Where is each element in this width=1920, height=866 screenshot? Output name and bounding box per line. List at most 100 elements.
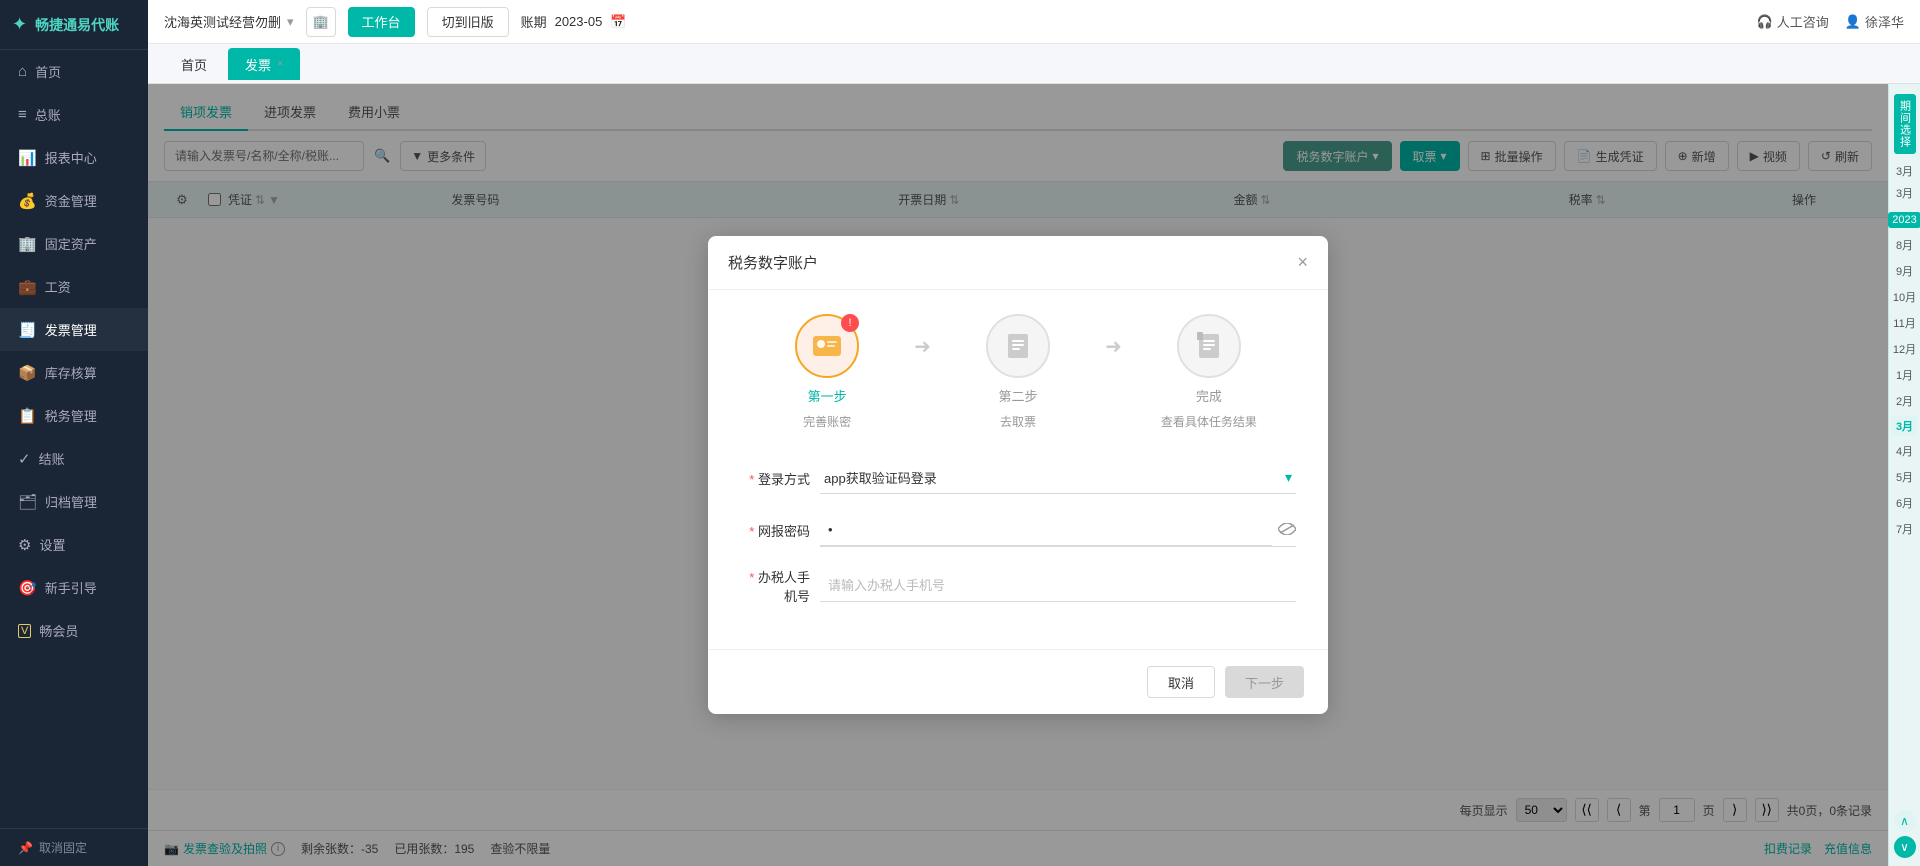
sidebar-item-label: 结账 [39,449,65,468]
sidebar-item-fund[interactable]: 💰 资金管理 [0,179,148,222]
rp-month-10[interactable]: 10月 [1893,286,1916,308]
sidebar-item-payroll[interactable]: 💼 工资 [0,265,148,308]
phone-input[interactable] [820,570,1296,602]
rp-month-3-active[interactable]: 3月 [1892,416,1917,436]
sidebar: ✦ 畅捷通易代账 ⌂ 首页 ≡ 总账 📊 报表中心 💰 资金管理 🏢 固定资产 … [0,0,148,866]
step-3-desc: 查看具体任务结果 [1161,413,1257,430]
cancel-button[interactable]: 取消 [1147,666,1215,698]
sidebar-item-inventory[interactable]: 📦 库存核算 [0,351,148,394]
tab-close-icon[interactable]: × [277,58,283,70]
dialog-overlay: 税务数字账户 × [148,84,1888,866]
rp-month-2[interactable]: 2月 [1896,390,1913,412]
step-3-label: 完成 [1196,386,1222,405]
tab-invoice-label: 发票 [245,55,271,74]
rp-year-label: 2023 [1888,212,1920,228]
sidebar-item-guide[interactable]: 🎯 新手引导 [0,566,148,609]
rp-month-4[interactable]: 4月 [1896,440,1913,462]
scroll-up-button[interactable]: ∧ [1894,810,1916,832]
rp-month-9[interactable]: 9月 [1896,260,1913,282]
sidebar-cancel-fixed[interactable]: 📌 取消固定 [0,828,148,866]
step-2-icon [986,314,1050,378]
fund-icon: 💰 [18,192,37,210]
eye-icon[interactable] [1278,522,1296,538]
rp-month-12[interactable]: 12月 [1893,338,1916,360]
asset-icon: 🏢 [18,235,37,253]
close-accounts-icon: ✓ [18,450,31,468]
step-2-label: 第二步 [998,386,1037,405]
sidebar-item-label: 首页 [35,62,61,81]
sidebar-item-invoice[interactable]: 🧾 发票管理 [0,308,148,351]
tax-digital-account-dialog: 税务数字账户 × [708,236,1328,714]
right-panel: 期间选择 3月 3月 2023 8月 9月 10月 11月 12月 1月 2月 … [1888,84,1920,866]
headset-icon: 🎧 [1757,14,1773,30]
sidebar-item-label: 归档管理 [45,492,97,511]
dialog-body: ! 第一步 完善账密 ➜ [708,290,1328,649]
login-method-select[interactable]: app获取验证码登录 ▾ [820,462,1296,494]
pin-icon: 📌 [18,841,33,855]
password-label: * 网报密码 [740,521,820,540]
sidebar-item-report[interactable]: 📊 报表中心 [0,136,148,179]
tax-icon: 📋 [18,407,37,425]
tab-invoice[interactable]: 发票 × [228,48,300,80]
topbar: 沈海英测试经营勿删 ▾ 🏢 工作台 切到旧版 账期 2023-05 📅 🎧 人工… [148,0,1920,44]
company-icon-btn[interactable]: 🏢 [306,7,336,37]
switch-version-button[interactable]: 切到旧版 [427,7,509,37]
member-icon: V [18,624,31,638]
content-area: 销项发票 进项发票 费用小票 🔍 ▼ [148,84,1888,866]
tab-home[interactable]: 首页 [164,48,224,80]
workspace-button[interactable]: 工作台 [348,7,415,37]
step-arrow-1: ➜ [914,314,931,359]
sidebar-item-label: 新手引导 [45,578,97,597]
phone-label: * 办税人手机号 [740,567,820,605]
sidebar-item-asset[interactable]: 🏢 固定资产 [0,222,148,265]
rp-month-11[interactable]: 11月 [1893,312,1915,334]
building-icon: 🏢 [312,14,328,30]
step-1-error-badge: ! [841,314,859,332]
select-arrow-icon: ▾ [1285,469,1292,486]
sidebar-item-archive[interactable]: 🗂 归档管理 [0,480,148,523]
step-2-desc: 去取票 [1000,413,1036,430]
dialog-footer: 取消 下一步 [708,649,1328,714]
report-icon: 📊 [18,149,37,167]
home-icon: ⌂ [18,63,27,80]
sidebar-item-label: 工资 [45,277,71,296]
rp-month-6[interactable]: 6月 [1896,492,1913,514]
support-button[interactable]: 🎧 人工咨询 [1757,12,1829,31]
sidebar-item-close[interactable]: ✓ 结账 [0,437,148,480]
step-3: 完成 查看具体任务结果 [1122,314,1296,430]
company-selector[interactable]: 沈海英测试经营勿删 ▾ [164,12,294,31]
tab-home-label: 首页 [181,55,207,74]
sidebar-item-label: 库存核算 [45,363,97,382]
login-method-label: * 登录方式 [740,469,820,488]
dialog-title: 税务数字账户 [728,252,818,273]
steps-indicator: ! 第一步 完善账密 ➜ [740,314,1296,430]
rp-month-prev-2[interactable]: 3月 [1896,182,1913,204]
rp-month-8[interactable]: 8月 [1896,234,1913,256]
sidebar-item-settings[interactable]: ⚙ 设置 [0,523,148,566]
step-2: 第二步 去取票 [931,314,1105,430]
sidebar-item-label: 固定资产 [45,234,97,253]
sidebar-item-member[interactable]: V 畅会员 [0,609,148,652]
rp-month-7[interactable]: 7月 [1896,518,1913,540]
period-select-label[interactable]: 期间选择 [1894,94,1916,154]
topbar-right-section: 🎧 人工咨询 👤 徐泽华 [1757,12,1904,31]
sidebar-item-tax[interactable]: 📋 税务管理 [0,394,148,437]
rp-month-1[interactable]: 1月 [1896,364,1913,386]
password-input[interactable] [820,514,1272,546]
main-body: 销项发票 进项发票 费用小票 🔍 ▼ [148,84,1920,866]
rp-month-5[interactable]: 5月 [1896,466,1913,488]
invoice-icon: 🧾 [18,321,37,339]
scroll-down-button[interactable]: ∨ [1894,836,1916,858]
sidebar-logo: ✦ 畅捷通易代账 [0,0,148,50]
company-name: 沈海英测试经营勿删 [164,12,281,31]
dialog-close-button[interactable]: × [1297,252,1308,273]
main-content: 沈海英测试经营勿删 ▾ 🏢 工作台 切到旧版 账期 2023-05 📅 🎧 人工… [148,0,1920,866]
dialog-header: 税务数字账户 × [708,236,1328,290]
sidebar-item-home[interactable]: ⌂ 首页 [0,50,148,93]
user-menu[interactable]: 👤 徐泽华 [1845,12,1904,31]
guide-icon: 🎯 [18,579,37,597]
step-arrow-2: ➜ [1105,314,1122,359]
rp-month-prev-1[interactable]: 3月 [1896,160,1913,182]
sidebar-item-ledger[interactable]: ≡ 总账 [0,93,148,136]
calendar-icon[interactable]: 📅 [610,14,626,30]
